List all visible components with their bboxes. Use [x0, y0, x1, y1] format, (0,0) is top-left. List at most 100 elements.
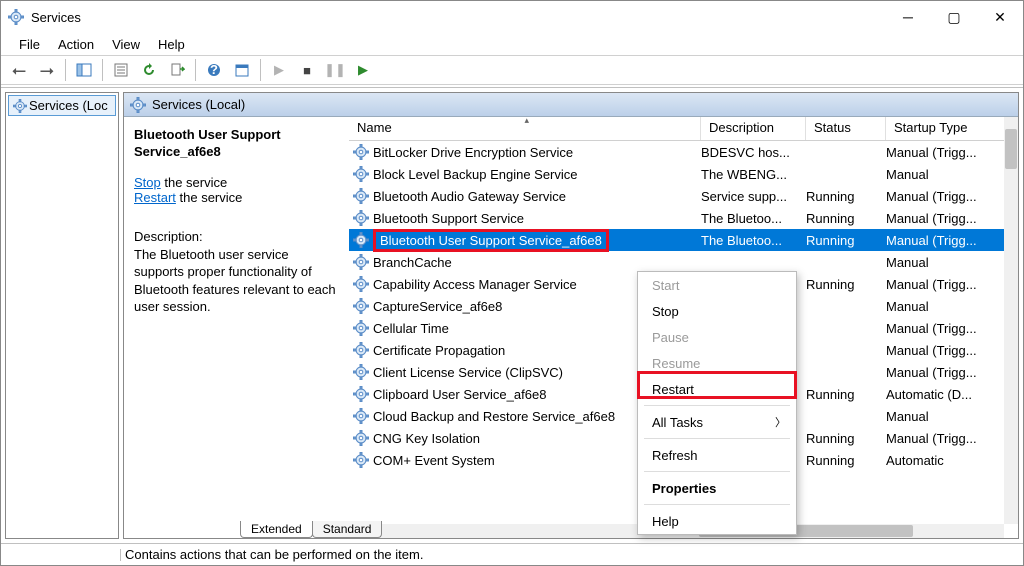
service-status: Running	[806, 211, 886, 226]
column-headers[interactable]: ▴Name Description Status Startup Type	[349, 117, 1018, 141]
service-row[interactable]: BitLocker Drive Encryption ServiceBDESVC…	[349, 141, 1004, 163]
detail-stop-line: Stop the service	[134, 175, 339, 190]
service-status: Running	[806, 233, 886, 248]
col-description[interactable]: Description	[701, 117, 806, 140]
ctx-pause: Pause	[638, 324, 796, 350]
menu-action[interactable]: Action	[50, 35, 102, 54]
service-row[interactable]: Bluetooth Audio Gateway Service Service s…	[349, 185, 1004, 207]
service-status: Running	[806, 453, 886, 468]
detail-restart-line: Restart the service	[134, 190, 339, 205]
service-startup: Manual (Trigg...	[886, 145, 1004, 160]
service-name: Clipboard User Service_af6e8	[373, 387, 546, 402]
service-row[interactable]: Bluetooth User Support Service_af6e8The …	[349, 229, 1004, 251]
sort-ascending-icon: ▴	[525, 117, 530, 126]
service-name: Bluetooth Audio Gateway Service	[373, 189, 566, 204]
service-startup: Manual (Trigg...	[886, 189, 1004, 204]
client-area: Services (Loc Services (Local) Bluetooth…	[1, 87, 1023, 543]
stop-service-icon[interactable]: ■	[295, 58, 319, 82]
service-startup: Manual	[886, 409, 1004, 424]
start-service-icon[interactable]: ▶	[267, 58, 291, 82]
service-status: Running	[806, 431, 886, 446]
service-startup: Manual (Trigg...	[886, 365, 1004, 380]
col-startup-type[interactable]: Startup Type	[886, 117, 1018, 140]
export-icon[interactable]	[165, 58, 189, 82]
tab-standard[interactable]: Standard	[312, 521, 383, 538]
service-startup: Automatic	[886, 453, 1004, 468]
gear-icon	[353, 342, 369, 358]
service-row[interactable]: BranchCache Manual	[349, 251, 1004, 273]
detail-desc-heading: Description:	[134, 229, 339, 244]
toolbar: ⭠ ⭢ ? ▶ ■ ❚❚ ▶	[1, 55, 1023, 85]
calendar-icon[interactable]	[230, 58, 254, 82]
app-icon	[7, 8, 25, 26]
status-text: Contains actions that can be performed o…	[125, 547, 423, 562]
gear-icon	[353, 320, 369, 336]
svg-text:?: ?	[210, 62, 218, 77]
pause-service-icon[interactable]: ❚❚	[323, 58, 347, 82]
menu-view[interactable]: View	[104, 35, 148, 54]
right-frame: Services (Local) Bluetooth User Support …	[123, 92, 1019, 539]
ctx-start: Start	[638, 272, 796, 298]
service-row[interactable]: Block Level Backup Engine ServiceThe WBE…	[349, 163, 1004, 185]
service-description: BDESVC hos...	[701, 145, 806, 160]
service-startup: Manual (Trigg...	[886, 277, 1004, 292]
ctx-properties[interactable]: Properties	[638, 475, 796, 501]
col-status[interactable]: Status	[806, 117, 886, 140]
service-startup: Manual (Trigg...	[886, 233, 1004, 248]
gear-icon	[353, 276, 369, 292]
service-name: COM+ Event System	[373, 453, 495, 468]
context-menu: StartStopPauseResumeRestart All Tasks〉 Ref…	[637, 271, 797, 535]
close-button[interactable]: ✕	[977, 1, 1023, 33]
service-startup: Manual (Trigg...	[886, 211, 1004, 226]
maximize-button[interactable]: ▢	[931, 1, 977, 33]
menu-help[interactable]: Help	[150, 35, 193, 54]
service-description: Service supp...	[701, 189, 806, 204]
ctx-stop[interactable]: Stop	[638, 298, 796, 324]
gear-icon	[353, 144, 369, 160]
refresh-icon[interactable]	[137, 58, 161, 82]
title-bar: Services ─ ▢ ✕	[1, 1, 1023, 33]
col-name[interactable]: ▴Name	[349, 117, 701, 140]
service-name: Capability Access Manager Service	[373, 277, 577, 292]
menu-file[interactable]: File	[11, 35, 48, 54]
gear-icon	[353, 298, 369, 314]
ctx-restart[interactable]: Restart	[638, 376, 796, 402]
restart-service-icon[interactable]: ▶	[351, 58, 375, 82]
tree-pane: Services (Loc	[5, 92, 119, 539]
service-startup: Manual	[886, 167, 1004, 182]
help-icon[interactable]: ?	[202, 58, 226, 82]
show-hide-tree-button[interactable]	[72, 58, 96, 82]
service-name: BranchCache	[373, 255, 452, 270]
ctx-all-tasks[interactable]: All Tasks〉	[638, 409, 796, 435]
service-description: The Bluetoo...	[701, 233, 806, 248]
properties-icon[interactable]	[109, 58, 133, 82]
vertical-scrollbar[interactable]	[1004, 117, 1018, 524]
service-row[interactable]: Bluetooth Support ServiceThe Bluetoo...R…	[349, 207, 1004, 229]
service-startup: Manual	[886, 299, 1004, 314]
gear-icon	[353, 430, 369, 446]
chevron-right-icon: 〉	[775, 414, 786, 430]
minimize-button[interactable]: ─	[885, 1, 931, 33]
status-bar: Contains actions that can be performed o…	[1, 543, 1023, 565]
view-tabs: Extended Standard	[240, 518, 381, 538]
service-startup: Manual (Trigg...	[886, 343, 1004, 358]
gear-icon	[353, 254, 369, 270]
service-startup: Manual	[886, 255, 1004, 270]
scrollbar-thumb[interactable]	[1005, 129, 1017, 169]
back-button[interactable]: ⭠	[7, 58, 31, 82]
ctx-refresh[interactable]: Refresh	[638, 442, 796, 468]
ctx-help[interactable]: Help	[638, 508, 796, 534]
tree-node-services-local[interactable]: Services (Loc	[8, 95, 116, 116]
gear-icon	[353, 364, 369, 380]
service-name: Cloud Backup and Restore Service_af6e8	[373, 409, 615, 424]
gear-icon	[353, 166, 369, 182]
service-name: Client License Service (ClipSVC)	[373, 365, 563, 380]
gear-icon	[353, 386, 369, 402]
service-name: Cellular Time	[373, 321, 449, 336]
tab-extended[interactable]: Extended	[240, 521, 313, 538]
stop-link[interactable]: Stop	[134, 175, 161, 190]
ctx-resume: Resume	[638, 350, 796, 376]
forward-button[interactable]: ⭢	[35, 58, 59, 82]
restart-link[interactable]: Restart	[134, 190, 176, 205]
service-status: Running	[806, 277, 886, 292]
